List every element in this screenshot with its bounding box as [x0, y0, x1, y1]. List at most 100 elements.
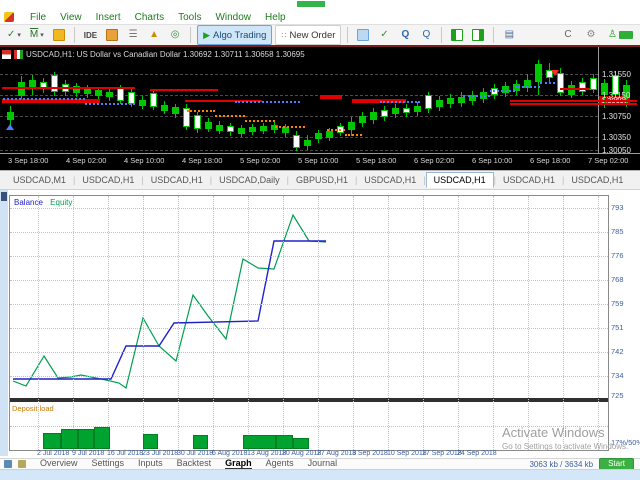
chart-tab-usdcad-daily[interactable]: USDCAD,Daily	[212, 173, 287, 187]
menu-item-charts[interactable]: Charts	[135, 12, 164, 23]
deposit-load-bar	[276, 435, 293, 449]
chart-tab-usdcad-h1[interactable]: USDCAD,H1	[144, 173, 210, 187]
deposit-load-bar	[293, 438, 309, 449]
grid-line	[248, 196, 249, 450]
cursor-tool-button[interactable]: ✓ ▾	[4, 26, 24, 44]
graph-date-label: 17 Sep 2018	[422, 450, 462, 457]
menu-item-file[interactable]: File	[30, 12, 46, 23]
cursor-icon: ✓	[7, 29, 16, 40]
graph-date-label: 16 Jul 2018	[107, 450, 144, 457]
chart-tab-usdcad-h1[interactable]: USDCAD,H1	[75, 173, 141, 187]
candle-body	[414, 106, 421, 112]
watermark-line1: Activate Windows	[502, 425, 605, 440]
new-order-label: New Order	[289, 29, 336, 41]
menu-item-tools[interactable]: Tools	[178, 12, 201, 23]
menu-item-insert[interactable]: Insert	[96, 12, 121, 23]
settings-button[interactable]: ⚙	[582, 26, 600, 44]
menu-bar: File View Insert Charts Tools Window Help	[0, 10, 640, 24]
candle-body	[590, 78, 597, 90]
grid-line	[0, 150, 598, 151]
navigator-button[interactable]: ☰	[124, 26, 142, 44]
refresh-button[interactable]: C	[559, 26, 577, 44]
grid-line	[318, 196, 319, 450]
connection-status-icon	[619, 31, 633, 39]
deposit-load-bar	[193, 435, 208, 449]
zoom-in-button[interactable]: Q	[396, 26, 414, 44]
chart-tab-usdcad-h1[interactable]: USDCAD,H1	[425, 172, 494, 188]
menu-item-window[interactable]: Window	[215, 12, 251, 23]
time-axis-label: 4 Sep 10:00	[124, 156, 165, 165]
play-icon: ▶	[203, 29, 211, 40]
new-order-button[interactable]: ∷ New Order	[275, 25, 342, 45]
indicator-segment	[85, 103, 135, 105]
search-icon: ◎	[170, 29, 180, 40]
grid-line	[528, 196, 529, 450]
candlestick-chart[interactable]: USDCAD,H1: US Dollar vs Canadian Dollar …	[0, 47, 640, 170]
candle-body	[370, 112, 377, 120]
community-button[interactable]: ♙	[605, 26, 636, 44]
algo-trading-button[interactable]: ▶ Algo Trading	[197, 25, 273, 45]
chart-mode-button[interactable]: ✓	[375, 26, 393, 44]
tester-graph-pane[interactable]: Balance Equity Deposit load	[9, 195, 609, 451]
menu-item-help[interactable]: Help	[265, 12, 286, 23]
indicator-segment	[510, 100, 637, 102]
candle-body	[216, 125, 223, 131]
watermark-line2: Go to Settings to activate Windows.	[502, 442, 629, 451]
toolbar: ✓ ▾ M ▾ IDE ☰ ▲ ◎ ▶ Algo Trading ∷ New Order…	[0, 24, 640, 47]
chart-window-icon	[2, 50, 11, 59]
community-person-icon: ♙	[608, 29, 617, 40]
menu-item-view[interactable]: View	[60, 12, 82, 23]
graph-axis-label: 785	[611, 227, 624, 236]
tester-tab-bar: Overview Settings Inputs Backtest Graph Agent…	[0, 458, 640, 470]
indicator-segment	[515, 86, 540, 88]
grid-line	[178, 196, 179, 450]
strategy-tester-button[interactable]: ▤	[500, 26, 518, 44]
grid-line	[423, 196, 424, 450]
graph-date-label: 2 Jul 2018	[37, 450, 70, 457]
grid-line	[10, 304, 608, 305]
search-button[interactable]: ◎	[166, 26, 184, 44]
candle-body	[51, 75, 58, 92]
chart-tab-usdcad-h1[interactable]: USDCAD,H1	[496, 173, 562, 187]
chart-tab-usdcad-h1[interactable]: USDCAD,H1	[357, 173, 423, 187]
chart-tab-usdcad-h1[interactable]: USDCAD,H1	[564, 173, 630, 187]
period-down-button[interactable]	[469, 26, 487, 44]
toolbar-separator	[347, 27, 349, 43]
app-logo-icon	[4, 12, 14, 22]
gear-icon: ⚙	[586, 29, 596, 40]
chart-tab-gbpusd-h1[interactable]: GBPUSD,H1	[289, 173, 355, 187]
time-axis-label: 4 Sep 02:00	[66, 156, 107, 165]
grid-line	[283, 196, 284, 450]
check-icon: ✓	[380, 29, 389, 40]
grid-line	[10, 328, 608, 329]
period-down-icon	[472, 29, 485, 41]
grid-line	[108, 196, 109, 450]
toolbar-separator	[73, 27, 75, 43]
candle-body	[117, 88, 124, 101]
ide-button[interactable]: IDE	[81, 26, 100, 44]
tester-mini-icon[interactable]	[18, 460, 26, 468]
graph-axis-label: 725	[611, 391, 624, 400]
grid-line	[10, 352, 608, 353]
period-up-button[interactable]	[448, 26, 466, 44]
new-chart-button[interactable]: M ▾	[27, 26, 47, 44]
crosshair-button[interactable]	[354, 26, 372, 44]
chart-symbol-icon	[14, 50, 23, 59]
toolbox-icon	[52, 29, 65, 41]
price-axis-label: 1.30750	[602, 112, 631, 121]
balance-equity-graph	[12, 213, 327, 390]
time-axis-label: 4 Sep 18:00	[182, 156, 223, 165]
zoom-out-button[interactable]: Q	[417, 26, 435, 44]
grid-line	[0, 95, 598, 96]
market-watch-button[interactable]	[103, 26, 121, 44]
panel-edge-strip[interactable]	[0, 190, 8, 456]
alerts-button[interactable]: ▲	[145, 26, 163, 44]
candle-body	[227, 126, 234, 132]
balance-line	[13, 240, 326, 380]
toolbox-mini-icon[interactable]	[4, 460, 12, 468]
deposit-load-bar	[78, 429, 94, 449]
grid-line	[458, 196, 459, 450]
toolbox-button[interactable]	[50, 26, 68, 44]
graph-date-label: 20 Aug 2018	[282, 450, 322, 457]
chart-tab-usdcad-m1[interactable]: USDCAD,M1	[6, 173, 73, 187]
